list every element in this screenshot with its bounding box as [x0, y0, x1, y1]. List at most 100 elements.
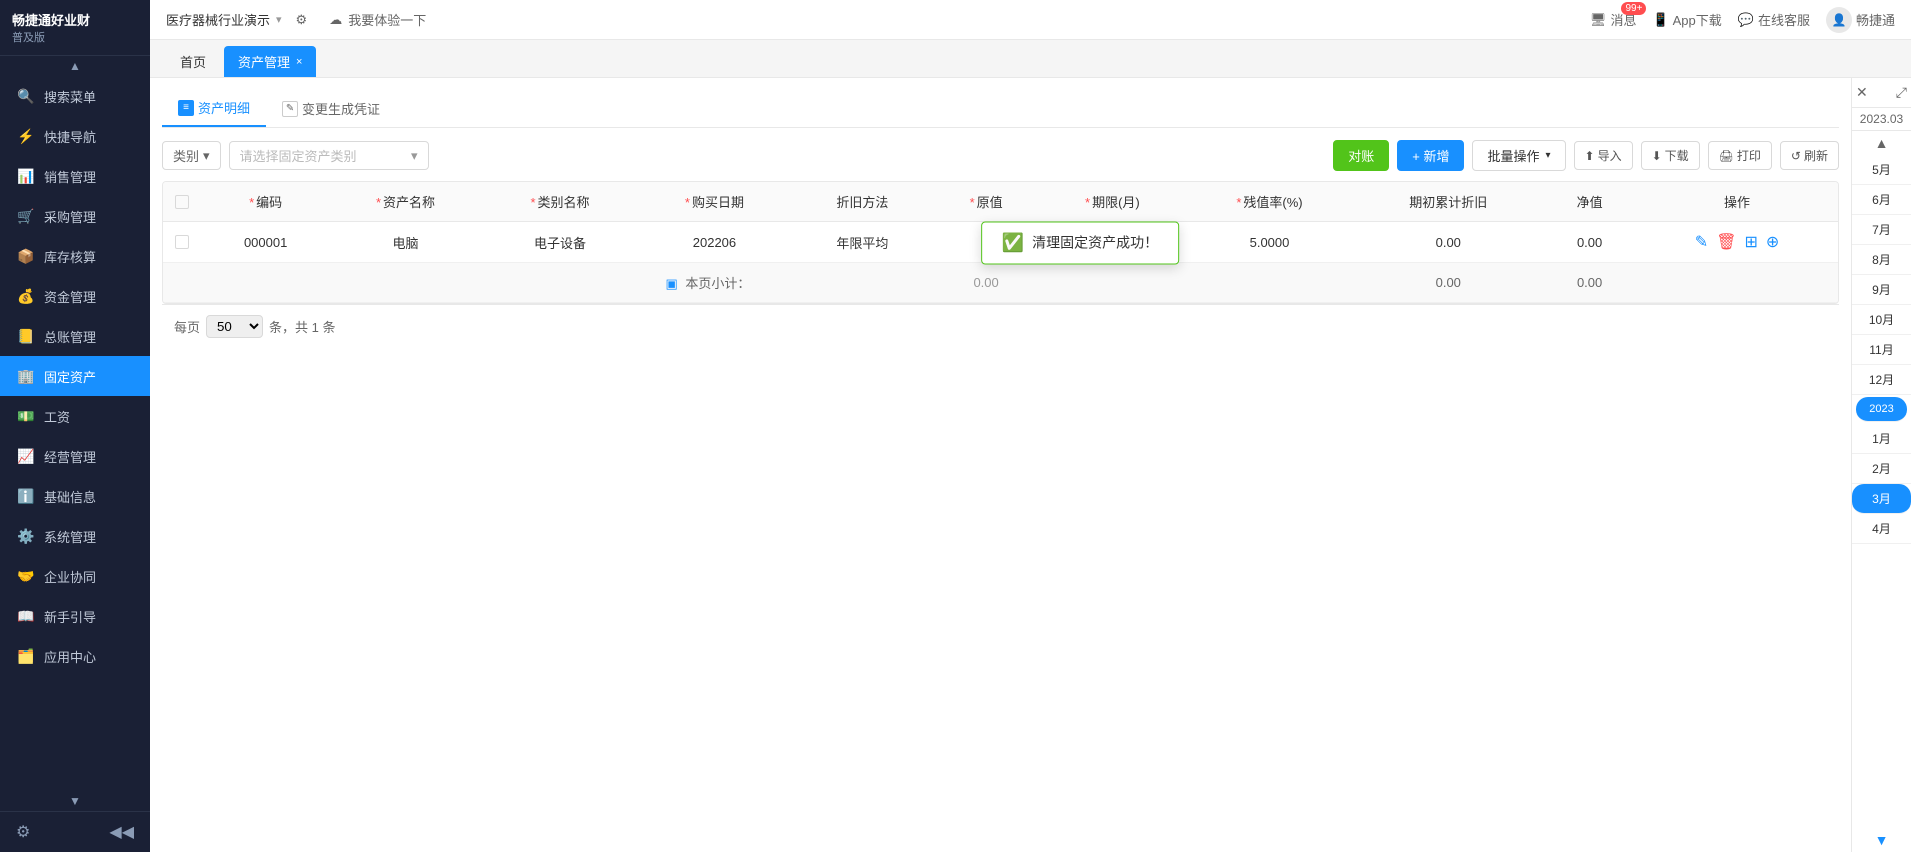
header-name: *资产名称	[328, 182, 482, 222]
header-checkbox[interactable]	[163, 182, 203, 222]
category-label: 类别	[173, 146, 199, 165]
sales-icon: 📊	[16, 166, 36, 186]
sidebar-item-operations[interactable]: 📈 经营管理	[0, 436, 150, 476]
app-download-btn[interactable]: 📱 App下载	[1652, 10, 1721, 29]
sidebar-item-inventory[interactable]: 📦库存核算	[0, 236, 150, 276]
calendar-month-current-4月[interactable]: 4月	[1852, 514, 1911, 544]
row-name: 电脑	[328, 222, 482, 263]
print-icon: 🖨	[1719, 149, 1734, 163]
sub-tab-voucher[interactable]: ✎ 变更生成凭证	[266, 91, 396, 126]
sidebar-item-quick-nav[interactable]: ⚡快捷导航	[0, 116, 150, 156]
tab-home[interactable]: 首页	[166, 46, 220, 77]
copy-icon[interactable]: ⊞	[1745, 232, 1758, 252]
calendar-expand-icon[interactable]: ⤢	[1896, 84, 1907, 101]
calendar-scroll: 5月6月7月8月9月10月11月12月20231月2月3月4月	[1852, 155, 1911, 828]
sidebar-item-fixed-assets[interactable]: 🏢固定资产	[0, 356, 150, 396]
print-btn[interactable]: 🖨 打印	[1708, 141, 1772, 170]
topbar-right: 🖥 消息 99+ 📱 App下载 💬 在线客服 👤 畅捷通	[1590, 7, 1895, 33]
inventory-icon: 📦	[16, 246, 36, 266]
sidebar-item-funds[interactable]: 💰资金管理	[0, 276, 150, 316]
sidebar-label-sales: 销售管理	[44, 167, 96, 186]
sidebar-item-ledger[interactable]: 📒总账管理	[0, 316, 150, 356]
sidebar-label-salary: 工资	[44, 407, 70, 426]
calendar-month-10月[interactable]: 10月	[1852, 305, 1911, 335]
import-btn[interactable]: ⬆ 导入	[1574, 141, 1633, 170]
topbar: 医疗器械行业演示 ▾ ⚙ ☁ 我要体验一下 🖥 消息 99+ 📱 App下载 💬…	[150, 0, 1911, 40]
app-center-icon: 🗂️	[16, 646, 36, 666]
row-checkbox-cell[interactable]	[163, 222, 203, 263]
experience-label[interactable]: 我要体验一下	[348, 10, 426, 29]
sidebar-scroll-down[interactable]: ▼	[0, 791, 150, 811]
subtotal-row: ▣ 本页小计： 0.00 0.00 0.00	[163, 263, 1838, 303]
sidebar-label-enterprise: 企业协同	[44, 567, 96, 586]
per-page-select[interactable]: 50 100 200	[206, 315, 263, 338]
calendar-year-badge[interactable]: 2023	[1856, 397, 1907, 422]
download-btn[interactable]: ⬇ 下载	[1641, 141, 1700, 170]
refresh-btn[interactable]: ↺ 刷新	[1780, 141, 1839, 170]
btn-icon-group: ⬆ 导入 ⬇ 下载 🖨 打印 ↺ 刷新	[1574, 141, 1839, 170]
batch-btn[interactable]: 批量操作 ▾	[1472, 140, 1565, 171]
sidebar-item-purchase[interactable]: 🛒采购管理	[0, 196, 150, 236]
category-input[interactable]: 请选择固定资产类别 ▾	[229, 141, 429, 170]
settings-icon[interactable]: ⚙	[16, 822, 30, 842]
sidebar-item-salary[interactable]: 💵工资	[0, 396, 150, 436]
reconcile-label: 对账	[1348, 146, 1374, 165]
calendar-month-8月[interactable]: 8月	[1852, 245, 1911, 275]
sidebar-item-system[interactable]: ⚙️系统管理	[0, 516, 150, 556]
sidebar-label-fixed-assets: 固定资产	[44, 367, 96, 386]
sidebar-scroll-up[interactable]: ▲	[0, 56, 150, 76]
calendar-month-9月[interactable]: 9月	[1852, 275, 1911, 305]
messages-btn[interactable]: 🖥 消息 99+	[1590, 10, 1637, 29]
sidebar-item-enterprise[interactable]: 🤝企业协同	[0, 556, 150, 596]
calendar-month-current-3月[interactable]: 3月	[1852, 484, 1911, 514]
delete-icon[interactable]: 🗑	[1716, 232, 1736, 252]
sidebar-logo: 畅捷通好业财 普及版	[0, 0, 150, 56]
calendar-month-7月[interactable]: 7月	[1852, 215, 1911, 245]
sidebar-item-guide[interactable]: 📖新手引导	[0, 596, 150, 636]
search-icon: 🔍	[16, 86, 36, 106]
header-period: *期限(月)	[1039, 182, 1185, 222]
calendar-month-12月[interactable]: 12月	[1852, 365, 1911, 395]
operations-icon: 📈	[16, 446, 36, 466]
reconcile-btn[interactable]: 对账	[1333, 140, 1389, 171]
sidebar-label-system: 系统管理	[44, 527, 96, 546]
more-icon[interactable]: ⊕	[1766, 232, 1779, 252]
calendar-close-icon[interactable]: ✕	[1856, 84, 1868, 101]
row-checkbox[interactable]	[175, 235, 189, 249]
per-page: 每页 50 100 200 条，共 1 条	[174, 315, 335, 338]
logo-sub: 普及版	[12, 29, 138, 45]
user-avatar-area[interactable]: 👤 畅捷通	[1826, 7, 1895, 33]
sidebar-item-basic-info[interactable]: ℹ️基础信息	[0, 476, 150, 516]
select-all-checkbox[interactable]	[175, 195, 189, 209]
subtotal-icon: ▣	[665, 276, 677, 291]
new-btn[interactable]: + 新增	[1397, 140, 1464, 171]
company-dropdown-arrow[interactable]: ▾	[276, 13, 282, 26]
toolbar: 类别 ▾ 请选择固定资产类别 ▾ 对账 + 新增	[162, 140, 1839, 171]
tab-assets[interactable]: 资产管理 ×	[224, 46, 316, 77]
success-check-icon: ✅	[1002, 232, 1024, 253]
subtotal-label-cell: ▣ 本页小计：	[483, 263, 933, 303]
calendar-nav-up[interactable]: ▲	[1852, 131, 1911, 155]
category-filter[interactable]: 类别 ▾	[162, 141, 221, 170]
sidebar-item-search[interactable]: 🔍搜索菜单	[0, 76, 150, 116]
topbar-settings-icon[interactable]: ⚙	[296, 12, 308, 28]
sidebar-item-app-center[interactable]: 🗂️应用中心	[0, 636, 150, 676]
sub-tab-asset-detail[interactable]: ≡ 资产明细	[162, 90, 266, 127]
calendar-month-5月[interactable]: 5月	[1852, 155, 1911, 185]
tab-close-icon[interactable]: ×	[296, 56, 302, 68]
subtotal-residual	[1186, 263, 1354, 303]
online-service-btn[interactable]: 💬 在线客服	[1738, 10, 1810, 29]
calendar-month-current-2月[interactable]: 2月	[1852, 454, 1911, 484]
sidebar-item-sales[interactable]: 📊 销售管理	[0, 156, 150, 196]
sidebar-label-operations: 经营管理	[44, 447, 96, 466]
calendar-month-current-1月[interactable]: 1月	[1852, 424, 1911, 454]
calendar-nav-down[interactable]: ▼	[1852, 828, 1911, 852]
calendar-month-6月[interactable]: 6月	[1852, 185, 1911, 215]
basic-info-icon: ℹ️	[16, 486, 36, 506]
collapse-icon[interactable]: ◀◀	[109, 822, 134, 842]
calendar-month-11月[interactable]: 11月	[1852, 335, 1911, 365]
subtotal-initial-dep: 0.00	[1353, 263, 1543, 303]
edit-icon[interactable]: ✎	[1695, 232, 1708, 252]
row-code: 000001	[203, 222, 328, 263]
tabs-bar: 首页 资产管理 ×	[150, 40, 1911, 78]
